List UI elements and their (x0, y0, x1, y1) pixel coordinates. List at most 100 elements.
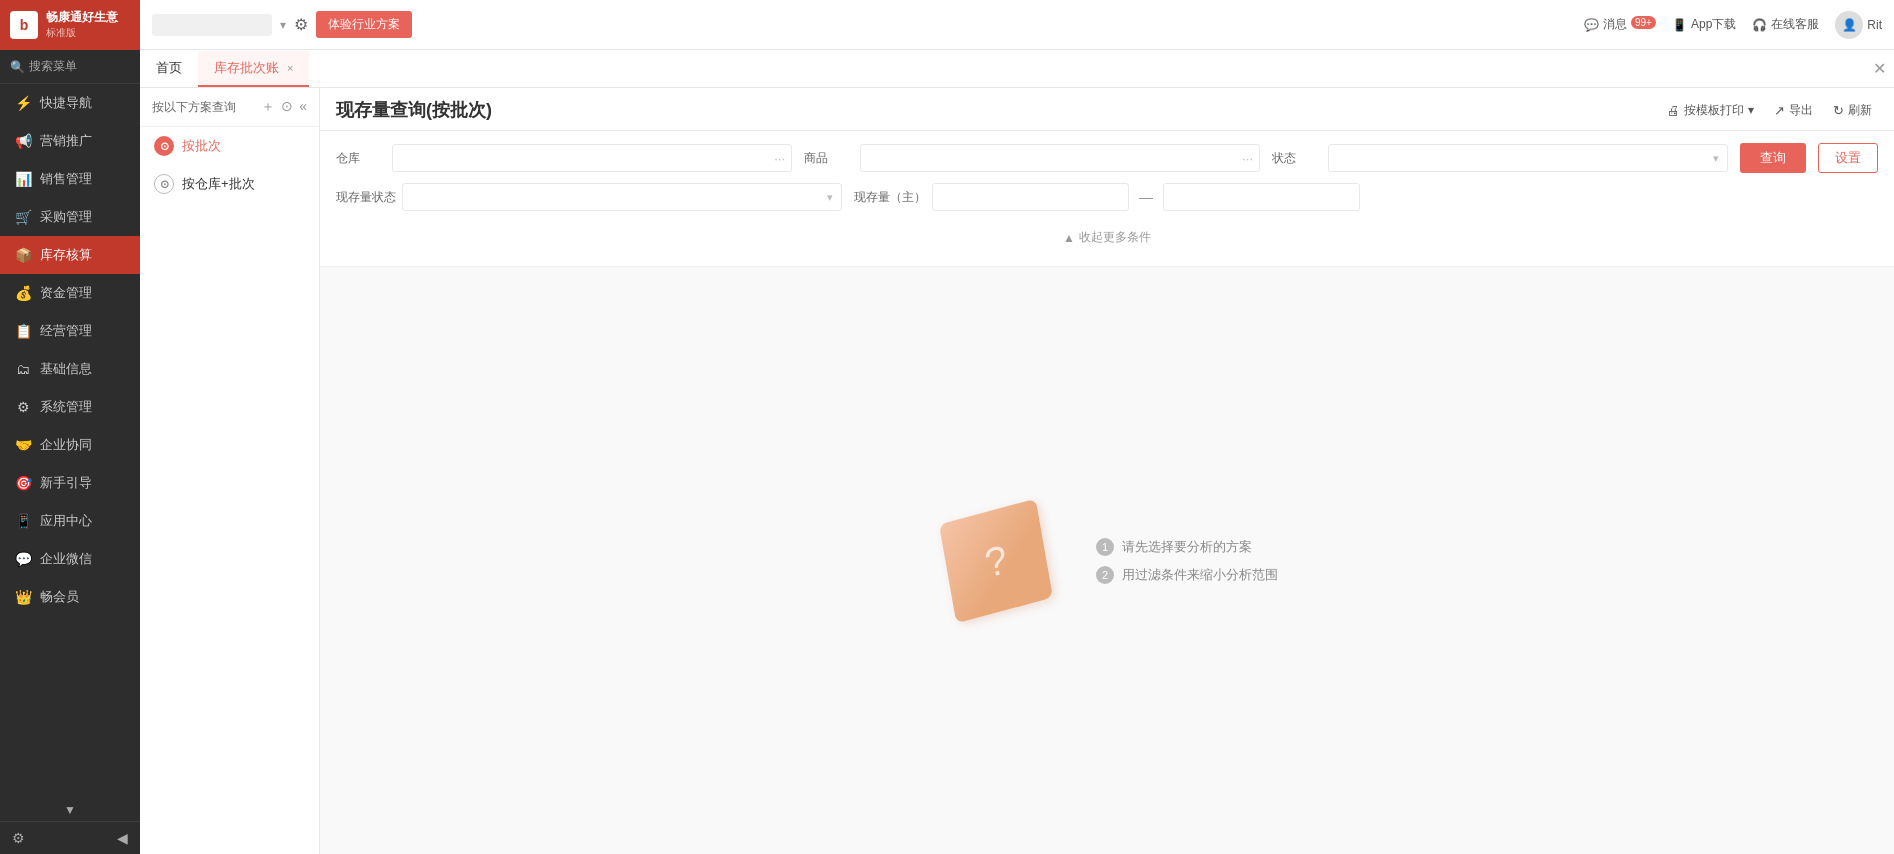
top-bar-right: 💬 消息 99+ 📱 App下载 🎧 在线客服 👤 Rit (1584, 11, 1882, 39)
export-btn-label: 导出 (1789, 102, 1813, 119)
query-btn[interactable]: 查询 (1740, 143, 1806, 173)
online-service-btn[interactable]: 🎧 在线客服 (1752, 16, 1819, 33)
avatar: 👤 (1835, 11, 1863, 39)
empty-hints: 1 请先选择要分析的方案 2 用过滤条件来缩小分析范围 (1096, 538, 1278, 584)
sidebar-item-label: 系统管理 (40, 398, 92, 416)
collapse-conditions-btn[interactable]: ▲ 收起更多条件 (336, 221, 1878, 254)
filter-status: 状态 ▾ (1272, 144, 1728, 172)
sidebar-item-inventory[interactable]: 📦 库存核算 (0, 236, 140, 274)
warehouse-label: 仓库 (336, 150, 386, 167)
plan-label-warehouse-batch: 按仓库+批次 (182, 175, 255, 193)
hint-text-2: 用过滤条件来缩小分析范围 (1122, 566, 1278, 584)
collapse-arrow-icon: ▲ (1063, 231, 1075, 245)
plan-label-batch: 按批次 (182, 137, 221, 155)
sidebar-item-label: 应用中心 (40, 512, 92, 530)
warehouse-more-icon[interactable]: ··· (768, 151, 791, 166)
plan-item-batch[interactable]: ⊙ 按批次 (140, 127, 319, 165)
plan-icon-warehouse-batch: ⊙ (154, 174, 174, 194)
top-bar-left: ▾ ⚙ 体验行业方案 (152, 11, 1576, 38)
status-select-arrow: ▾ (1713, 152, 1719, 165)
tab-bar-close-btn[interactable]: ✕ (1873, 59, 1886, 78)
status-label: 状态 (1272, 150, 1322, 167)
page-title: 现存量查询(按批次) (336, 98, 492, 122)
refresh-btn[interactable]: ↻ 刷新 (1827, 99, 1878, 122)
filter-product: 商品 ··· (804, 144, 1260, 172)
sidebar-item-enterprise[interactable]: 🤝 企业协同 (0, 426, 140, 464)
product-input[interactable] (861, 147, 1236, 169)
stock-qty-min-input[interactable] (933, 186, 1128, 208)
sidebar-item-purchase[interactable]: 🛒 采购管理 (0, 198, 140, 236)
app-download-btn[interactable]: 📱 App下载 (1672, 16, 1736, 33)
sidebar-title-block: 畅康通好生意 标准版 (46, 10, 118, 40)
top-search-input[interactable] (152, 14, 272, 36)
wechat-icon: 💬 (14, 551, 32, 567)
message-icon: 💬 (1584, 18, 1599, 32)
tab-home[interactable]: 首页 (140, 51, 198, 87)
filter-row-2: 现存量状态 ▾ 现存量（主） — (336, 183, 1878, 211)
top-settings-icon[interactable]: ⚙ (294, 15, 308, 34)
plan-icon-batch: ⊙ (154, 136, 174, 156)
sidebar-item-finance[interactable]: 💰 资金管理 (0, 274, 140, 312)
sidebar-item-quick-nav[interactable]: ⚡ 快捷导航 (0, 84, 140, 122)
avatar-icon: 👤 (1842, 18, 1857, 32)
print-btn[interactable]: 🖨 按模板打印 ▾ (1661, 99, 1760, 122)
sidebar-item-wechat[interactable]: 💬 企业微信 (0, 540, 140, 578)
tab-bar: 首页 库存批次账 × ✕ (140, 50, 1894, 88)
content-area: 按以下方案查询 ＋ ⊙ « ⊙ 按批次 ⊙ 按仓库+批次 现存量查询(按批次) (140, 88, 1894, 854)
hint-num-1: 1 (1096, 538, 1114, 556)
export-btn[interactable]: ↗ 导出 (1768, 99, 1819, 122)
settings-icon[interactable]: ⚙ (12, 830, 25, 846)
product-more-icon[interactable]: ··· (1236, 151, 1259, 166)
status-select[interactable]: ▾ (1328, 144, 1728, 172)
add-plan-icon[interactable]: ＋ (261, 98, 275, 116)
plan-item-warehouse-batch[interactable]: ⊙ 按仓库+批次 (140, 165, 319, 203)
message-btn[interactable]: 💬 消息 99+ (1584, 16, 1656, 33)
filter-warehouse: 仓库 ··· (336, 144, 792, 172)
sidebar-search[interactable]: 🔍 搜索菜单 (0, 50, 140, 84)
message-badge: 99+ (1631, 16, 1656, 29)
search-menu-label: 搜索菜单 (29, 58, 77, 75)
dropdown-icon[interactable]: ▾ (280, 18, 286, 32)
sidebar-item-label: 采购管理 (40, 208, 92, 226)
stock-status-select[interactable]: ▾ (402, 183, 842, 211)
stock-qty-max-input[interactable] (1164, 186, 1359, 208)
tab-inventory-batch[interactable]: 库存批次账 × (198, 51, 309, 87)
left-panel-collapse-icon[interactable]: « (299, 98, 307, 116)
sidebar-item-basic[interactable]: 🗂 基础信息 (0, 350, 140, 388)
plan-settings-icon[interactable]: ⊙ (281, 98, 293, 116)
warehouse-input[interactable] (393, 147, 768, 169)
operations-icon: 📋 (14, 323, 32, 339)
quick-nav-icon: ⚡ (14, 95, 32, 111)
sidebar-item-apps[interactable]: 📱 应用中心 (0, 502, 140, 540)
sidebar-item-label: 营销推广 (40, 132, 92, 150)
product-label: 商品 (804, 150, 854, 167)
industry-btn[interactable]: 体验行业方案 (316, 11, 412, 38)
sidebar-item-sales[interactable]: 📊 销售管理 (0, 160, 140, 198)
collapse-sidebar-icon[interactable]: ◀ (117, 830, 128, 846)
search-icon: 🔍 (10, 60, 25, 74)
sidebar-version: 标准版 (46, 26, 118, 40)
hint-num-2: 2 (1096, 566, 1114, 584)
stock-qty-separator: — (1135, 189, 1157, 205)
sidebar-scroll-down[interactable]: ▼ (0, 799, 140, 821)
sidebar-footer: ⚙ ◀ (0, 821, 140, 854)
print-btn-label: 按模板打印 (1684, 102, 1744, 119)
member-icon: 👑 (14, 589, 32, 605)
headset-icon: 🎧 (1752, 18, 1767, 32)
settings-btn[interactable]: 设置 (1818, 143, 1878, 173)
filter-area: 仓库 ··· 商品 ··· 状态 (320, 131, 1894, 267)
sidebar-item-member[interactable]: 👑 畅会员 (0, 578, 140, 616)
newbie-icon: 🎯 (14, 475, 32, 491)
sidebar-item-newbie[interactable]: 🎯 新手引导 (0, 464, 140, 502)
sidebar-item-marketing[interactable]: 📢 营销推广 (0, 122, 140, 160)
user-menu[interactable]: 👤 Rit (1835, 11, 1882, 39)
tab-close-icon[interactable]: × (287, 62, 293, 74)
sidebar-nav: ⚡ 快捷导航 📢 营销推广 📊 销售管理 🛒 采购管理 📦 库存核算 💰 资金管… (0, 84, 140, 799)
sidebar-item-system[interactable]: ⚙ 系统管理 (0, 388, 140, 426)
message-label: 消息 (1603, 16, 1627, 33)
sidebar-item-operations[interactable]: 📋 经营管理 (0, 312, 140, 350)
filter-stock-status: 现存量状态 ▾ (336, 183, 842, 211)
print-dropdown-arrow[interactable]: ▾ (1748, 103, 1754, 117)
stock-status-arrow: ▾ (827, 191, 833, 204)
refresh-icon: ↻ (1833, 103, 1844, 118)
